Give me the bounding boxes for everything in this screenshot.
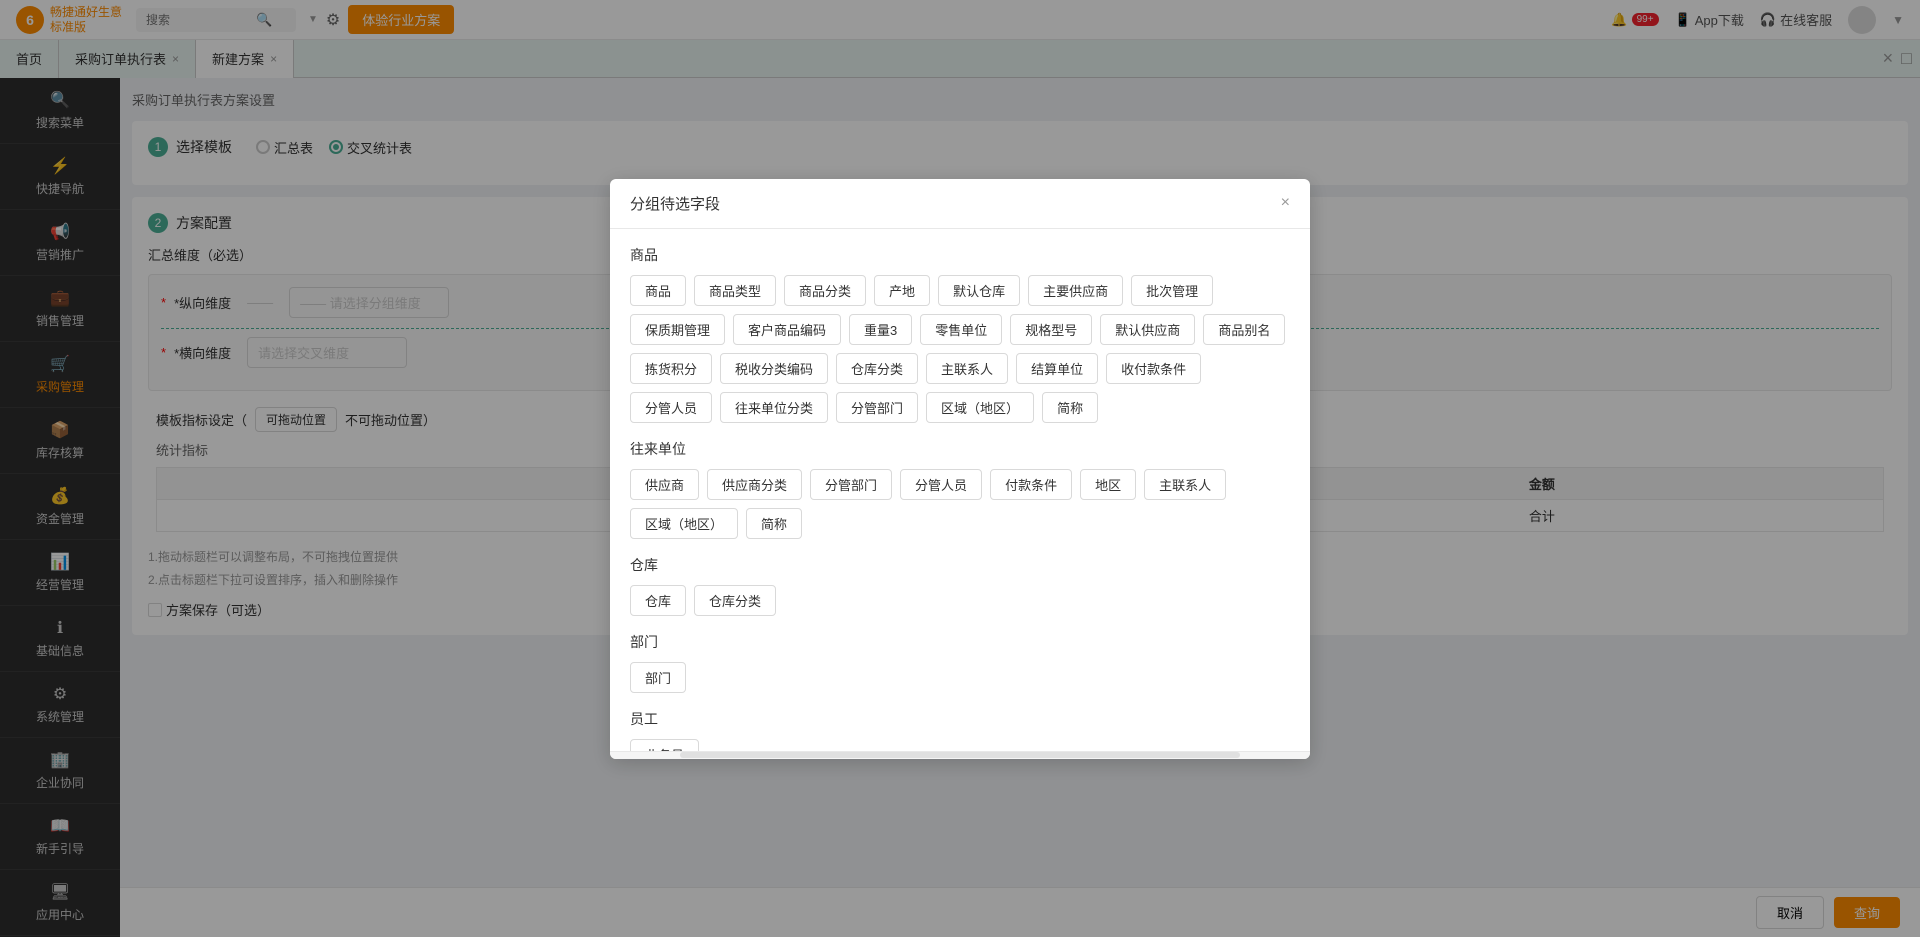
field-tag[interactable]: 客户商品编码 [733, 314, 841, 345]
field-tag[interactable]: 商品分类 [784, 275, 866, 306]
field-tag[interactable]: 默认仓库 [938, 275, 1020, 306]
category-employee: 员工 业务员 [630, 709, 1290, 751]
field-tag[interactable]: 商品别名 [1203, 314, 1285, 345]
field-tag[interactable]: 拣货积分 [630, 353, 712, 384]
category-partner-title: 往来单位 [630, 439, 1290, 459]
field-tag[interactable]: 供应商 [630, 469, 699, 500]
category-product-title: 商品 [630, 245, 1290, 265]
modal-title: 分组待选字段 [630, 193, 720, 214]
field-tag[interactable]: 分管部门 [810, 469, 892, 500]
category-warehouse: 仓库 仓库 仓库分类 [630, 555, 1290, 616]
category-warehouse-title: 仓库 [630, 555, 1290, 575]
category-employee-title: 员工 [630, 709, 1290, 729]
category-dept: 部门 部门 [630, 632, 1290, 693]
dept-field-tags: 部门 [630, 662, 1290, 693]
partner-field-tags: 供应商 供应商分类 分管部门 分管人员 付款条件 地区 主联系人 区域（地区） … [630, 469, 1290, 539]
field-tag[interactable]: 零售单位 [920, 314, 1002, 345]
field-tag[interactable]: 批次管理 [1131, 275, 1213, 306]
field-tag[interactable]: 收付款条件 [1106, 353, 1201, 384]
modal-horizontal-scrollbar[interactable] [610, 751, 1310, 759]
category-partner: 往来单位 供应商 供应商分类 分管部门 分管人员 付款条件 地区 主联系人 区域… [630, 439, 1290, 539]
field-tag[interactable]: 默认供应商 [1100, 314, 1195, 345]
field-tag[interactable]: 主联系人 [926, 353, 1008, 384]
field-tag[interactable]: 区域（地区） [630, 508, 738, 539]
field-tag[interactable]: 分管部门 [836, 392, 918, 423]
field-tag[interactable]: 商品类型 [694, 275, 776, 306]
field-tag[interactable]: 地区 [1080, 469, 1136, 500]
field-tag[interactable]: 规格型号 [1010, 314, 1092, 345]
field-selection-modal: 分组待选字段 × 商品 商品 商品类型 商品分类 产地 默认仓库 主要供应商 批… [610, 179, 1310, 759]
category-product: 商品 商品 商品类型 商品分类 产地 默认仓库 主要供应商 批次管理 保质期管理… [630, 245, 1290, 423]
modal-header: 分组待选字段 × [610, 179, 1310, 229]
field-tag[interactable]: 简称 [746, 508, 802, 539]
field-tag[interactable]: 付款条件 [990, 469, 1072, 500]
field-tag[interactable]: 主联系人 [1144, 469, 1226, 500]
field-tag[interactable]: 供应商分类 [707, 469, 802, 500]
product-field-tags: 商品 商品类型 商品分类 产地 默认仓库 主要供应商 批次管理 保质期管理 客户… [630, 275, 1290, 423]
field-tag[interactable]: 分管人员 [630, 392, 712, 423]
category-dept-title: 部门 [630, 632, 1290, 652]
field-tag[interactable]: 仓库分类 [694, 585, 776, 616]
field-tag[interactable]: 保质期管理 [630, 314, 725, 345]
field-tag[interactable]: 业务员 [630, 739, 699, 751]
field-tag[interactable]: 仓库分类 [836, 353, 918, 384]
employee-field-tags: 业务员 [630, 739, 1290, 751]
warehouse-field-tags: 仓库 仓库分类 [630, 585, 1290, 616]
field-tag[interactable]: 分管人员 [900, 469, 982, 500]
field-tag[interactable]: 商品 [630, 275, 686, 306]
field-tag[interactable]: 结算单位 [1016, 353, 1098, 384]
field-tag[interactable]: 往来单位分类 [720, 392, 828, 423]
field-tag[interactable]: 仓库 [630, 585, 686, 616]
modal-close-btn[interactable]: × [1281, 194, 1290, 212]
modal-body: 商品 商品 商品类型 商品分类 产地 默认仓库 主要供应商 批次管理 保质期管理… [610, 229, 1310, 751]
field-tag[interactable]: 重量3 [849, 314, 912, 345]
field-tag[interactable]: 部门 [630, 662, 686, 693]
field-tag[interactable]: 简称 [1042, 392, 1098, 423]
field-tag[interactable]: 区域（地区） [926, 392, 1034, 423]
field-tag[interactable]: 主要供应商 [1028, 275, 1123, 306]
modal-overlay: 分组待选字段 × 商品 商品 商品类型 商品分类 产地 默认仓库 主要供应商 批… [0, 0, 1920, 937]
field-tag[interactable]: 税收分类编码 [720, 353, 828, 384]
field-tag[interactable]: 产地 [874, 275, 930, 306]
